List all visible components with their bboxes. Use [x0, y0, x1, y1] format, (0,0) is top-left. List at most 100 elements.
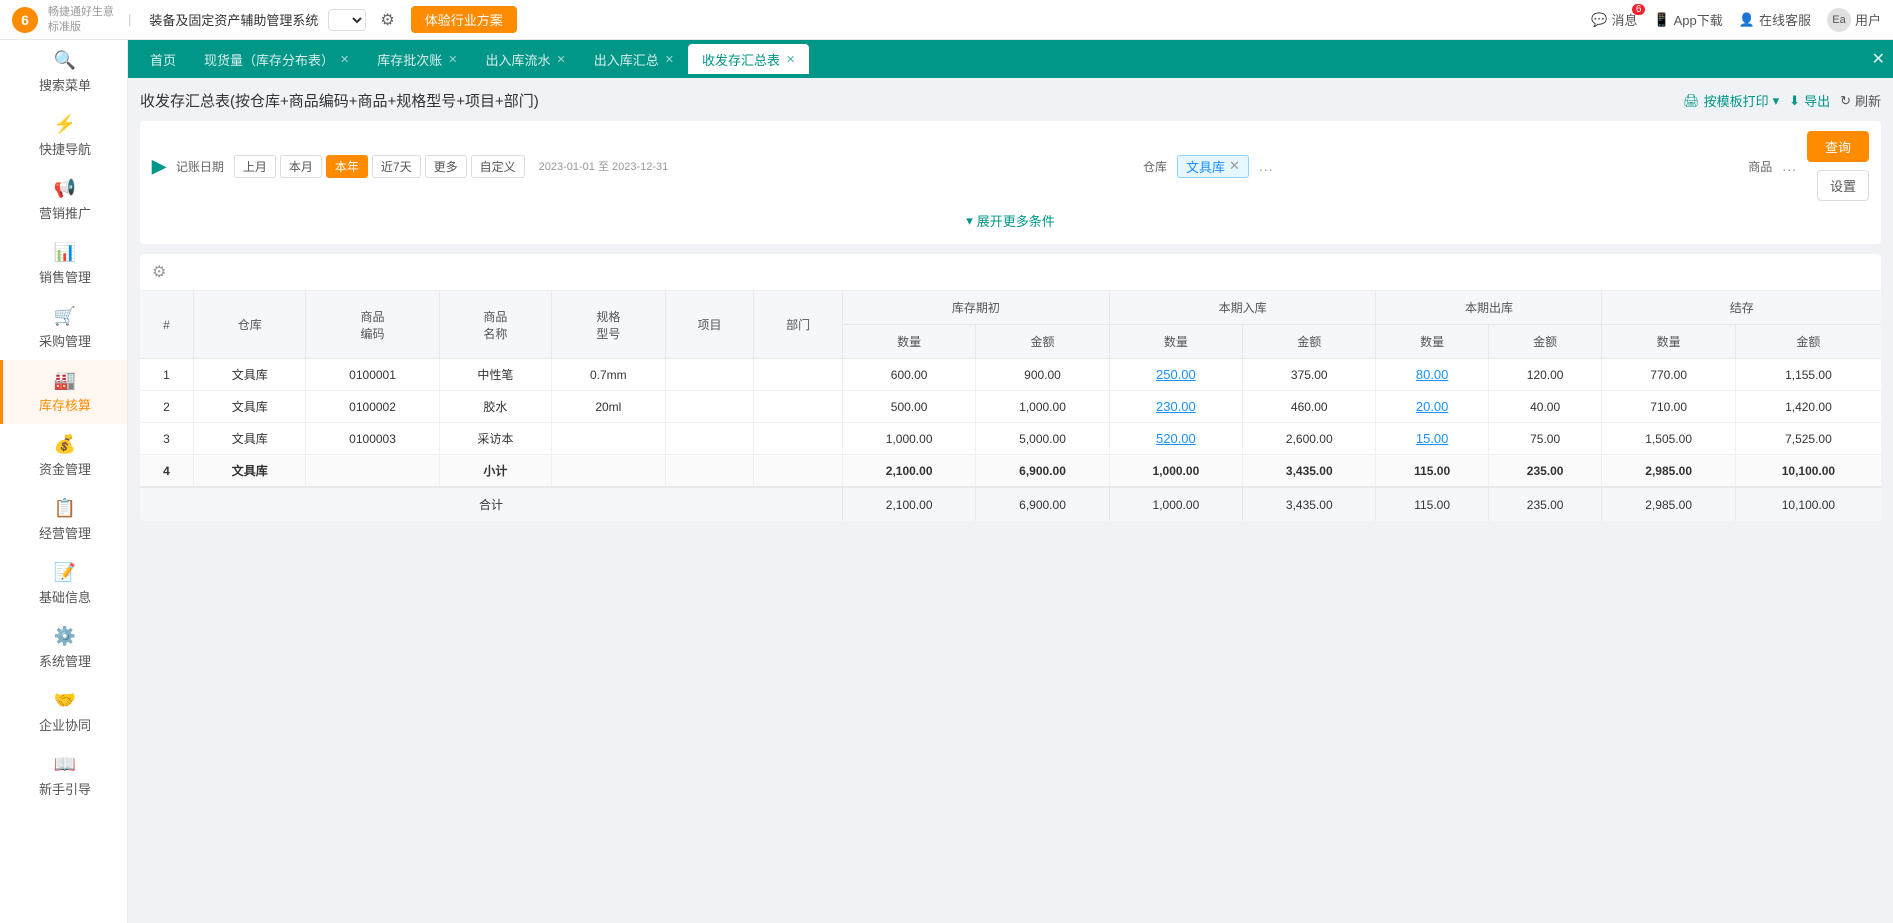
system-selector[interactable] — [328, 9, 366, 31]
export-button[interactable]: ⬇ 导出 — [1789, 91, 1830, 110]
tab-batch[interactable]: 库存批次账✕ — [363, 44, 471, 74]
cell-project — [665, 423, 754, 455]
cell-goods-spec — [552, 455, 666, 488]
basic-icon: 📝 — [54, 562, 76, 583]
cell-dept — [754, 455, 843, 488]
sidebar-item-operation[interactable]: 📋经营管理 — [0, 488, 127, 552]
expand-conditions[interactable]: ▾ 展开更多条件 — [966, 207, 1055, 234]
col-warehouse: 仓库 — [194, 291, 306, 359]
tab-close-icon[interactable]: ✕ — [665, 53, 674, 66]
date-btn-more[interactable]: 更多 — [425, 155, 467, 178]
cell-in-qty[interactable]: 250.00 — [1109, 359, 1242, 391]
col-in-qty: 数量 — [1109, 325, 1242, 359]
date-btn-custom[interactable]: 自定义 — [471, 155, 525, 178]
gear-icon[interactable]: ⚙ — [380, 10, 394, 30]
sidebar-item-inventory[interactable]: 🏭库存核算 — [0, 360, 127, 424]
tab-close-icon[interactable]: ✕ — [340, 53, 349, 66]
sidebar-item-enterprise[interactable]: 🤝企业协同 — [0, 680, 127, 744]
cell-goods-code: 0100002 — [306, 391, 439, 423]
tab-bar-close-icon[interactable]: ✕ — [1872, 49, 1885, 69]
cell-no: 1 — [140, 359, 194, 391]
cell-in-qty[interactable]: 520.00 — [1109, 423, 1242, 455]
sidebar-item-quick[interactable]: ⚡快捷导航 — [0, 104, 127, 168]
print-icon: 🖨 — [1683, 93, 1700, 109]
sidebar-item-label: 销售管理 — [39, 267, 91, 286]
sidebar-item-label: 营销推广 — [39, 203, 91, 222]
link-value[interactable]: 230.00 — [1156, 399, 1196, 414]
link-value[interactable]: 20.00 — [1416, 399, 1449, 414]
service-icon: 👤 — [1739, 12, 1755, 28]
warehouse-tag[interactable]: 文具库 ✕ — [1177, 155, 1249, 178]
table-row: 3文具库0100003采访本1,000.005,000.00520.002,60… — [140, 423, 1881, 455]
date-btn-this-month[interactable]: 本月 — [280, 155, 322, 178]
message-item[interactable]: 💬 消息 6 — [1591, 10, 1637, 29]
sidebar-item-guide[interactable]: 📖新手引导 — [0, 744, 127, 808]
sidebar-item-finance[interactable]: 💰资金管理 — [0, 424, 127, 488]
cell-goods-name: 采访本 — [439, 423, 551, 455]
tab-inventory_dist[interactable]: 现货量（库存分布表）✕ — [190, 44, 363, 74]
query-button[interactable]: 查询 — [1807, 131, 1869, 162]
link-value[interactable]: 15.00 — [1416, 431, 1449, 446]
refresh-button[interactable]: ↻ 刷新 — [1840, 91, 1881, 110]
cell-warehouse: 文具库 — [194, 423, 306, 455]
sidebar-item-marketing[interactable]: 📢 营销推广 — [0, 168, 127, 232]
col-opening-amt: 金额 — [976, 325, 1109, 359]
online-service-item[interactable]: 👤 在线客服 — [1739, 10, 1811, 29]
sidebar-item-system[interactable]: ⚙️系统管理 — [0, 616, 127, 680]
tab-recv_summary[interactable]: 收发存汇总表✕ — [688, 44, 809, 74]
date-btn-7days[interactable]: 近7天 — [372, 155, 421, 178]
tab-label: 出入库汇总 — [594, 50, 659, 69]
warehouse-tag-remove[interactable]: ✕ — [1229, 158, 1240, 174]
warehouse-filter-dots[interactable]: ... — [1259, 158, 1274, 174]
main-layout: 🔍搜索菜单⚡快捷导航 📢 营销推广 📊 销售管理 🛒采购管理🏭库存核算💰资金管理📋经营管理… — [0, 40, 1893, 923]
col-opening-qty: 数量 — [842, 325, 975, 359]
cell-out-qty[interactable]: 80.00 — [1376, 359, 1488, 391]
cell-project — [665, 455, 754, 488]
tab-close-icon[interactable]: ✕ — [557, 53, 566, 66]
tab-home[interactable]: 首页 — [136, 44, 190, 74]
marketing-icon: 📢 — [54, 178, 76, 199]
expand-icon: ▾ — [966, 213, 973, 229]
footer-in-amt: 3,435.00 — [1243, 487, 1376, 521]
date-btn-last-month[interactable]: 上月 — [234, 155, 276, 178]
cell-out-qty[interactable]: 15.00 — [1376, 423, 1488, 455]
link-value[interactable]: 520.00 — [1156, 431, 1196, 446]
cell-balance-amt: 1,155.00 — [1735, 359, 1881, 391]
goods-filter-dots[interactable]: ... — [1782, 158, 1797, 174]
sidebar-item-sales[interactable]: 📊 销售管理 — [0, 232, 127, 296]
table-row: 1文具库0100001中性笔0.7mm600.00900.00250.00375… — [140, 359, 1881, 391]
app-download-item[interactable]: 📱 App下载 — [1653, 10, 1722, 29]
link-value[interactable]: 250.00 — [1156, 367, 1196, 382]
table-settings-icon[interactable]: ⚙ — [152, 262, 166, 282]
print-button[interactable]: 🖨 按模板打印 ▾ — [1683, 91, 1779, 110]
refresh-icon: ↻ — [1840, 93, 1851, 109]
system-name: 装备及固定资产辅助管理系统 — [149, 10, 318, 29]
sidebar-item-search[interactable]: 🔍搜索菜单 — [0, 40, 127, 104]
cell-warehouse: 文具库 — [194, 359, 306, 391]
page-title: 收发存汇总表(按仓库+商品编码+商品+规格型号+项目+部门) — [140, 90, 539, 111]
tab-inout_summary[interactable]: 出入库汇总 ✕ — [580, 44, 688, 74]
cell-dept — [754, 423, 843, 455]
cell-out-amt: 75.00 — [1488, 423, 1602, 455]
sales-icon: 📊 — [54, 242, 76, 263]
date-range: 2023-01-01 至 2023-12-31 — [539, 158, 669, 174]
sidebar-item-purchase[interactable]: 🛒采购管理 — [0, 296, 127, 360]
footer-out-amt: 235.00 — [1488, 487, 1602, 521]
sidebar-item-basic[interactable]: 📝基础信息 — [0, 552, 127, 616]
cell-in-qty[interactable]: 230.00 — [1109, 391, 1242, 423]
tab-inout_flow[interactable]: 出入库流水✕ — [471, 44, 579, 74]
link-value[interactable]: 80.00 — [1416, 367, 1449, 382]
cell-in-qty: 1,000.00 — [1109, 455, 1242, 488]
date-btn-this-year[interactable]: 本年 — [326, 155, 368, 178]
filter-arrow[interactable]: ▶ — [152, 156, 166, 177]
cell-goods-spec: 20ml — [552, 391, 666, 423]
setting-button[interactable]: 设置 — [1817, 170, 1869, 201]
user-item[interactable]: Ea 用户 — [1827, 8, 1881, 32]
trial-button[interactable]: 体验行业方案 — [411, 6, 517, 33]
message-badge: 6 — [1632, 4, 1646, 15]
cell-out-qty[interactable]: 20.00 — [1376, 391, 1488, 423]
tab-close-icon[interactable]: ✕ — [786, 53, 795, 66]
cell-opening-qty: 500.00 — [842, 391, 975, 423]
table-container: ⚙ # 仓库 商品编码 商品名称 规格型号 项目 部门 库存期初 — [140, 254, 1881, 521]
tab-close-icon[interactable]: ✕ — [448, 53, 457, 66]
